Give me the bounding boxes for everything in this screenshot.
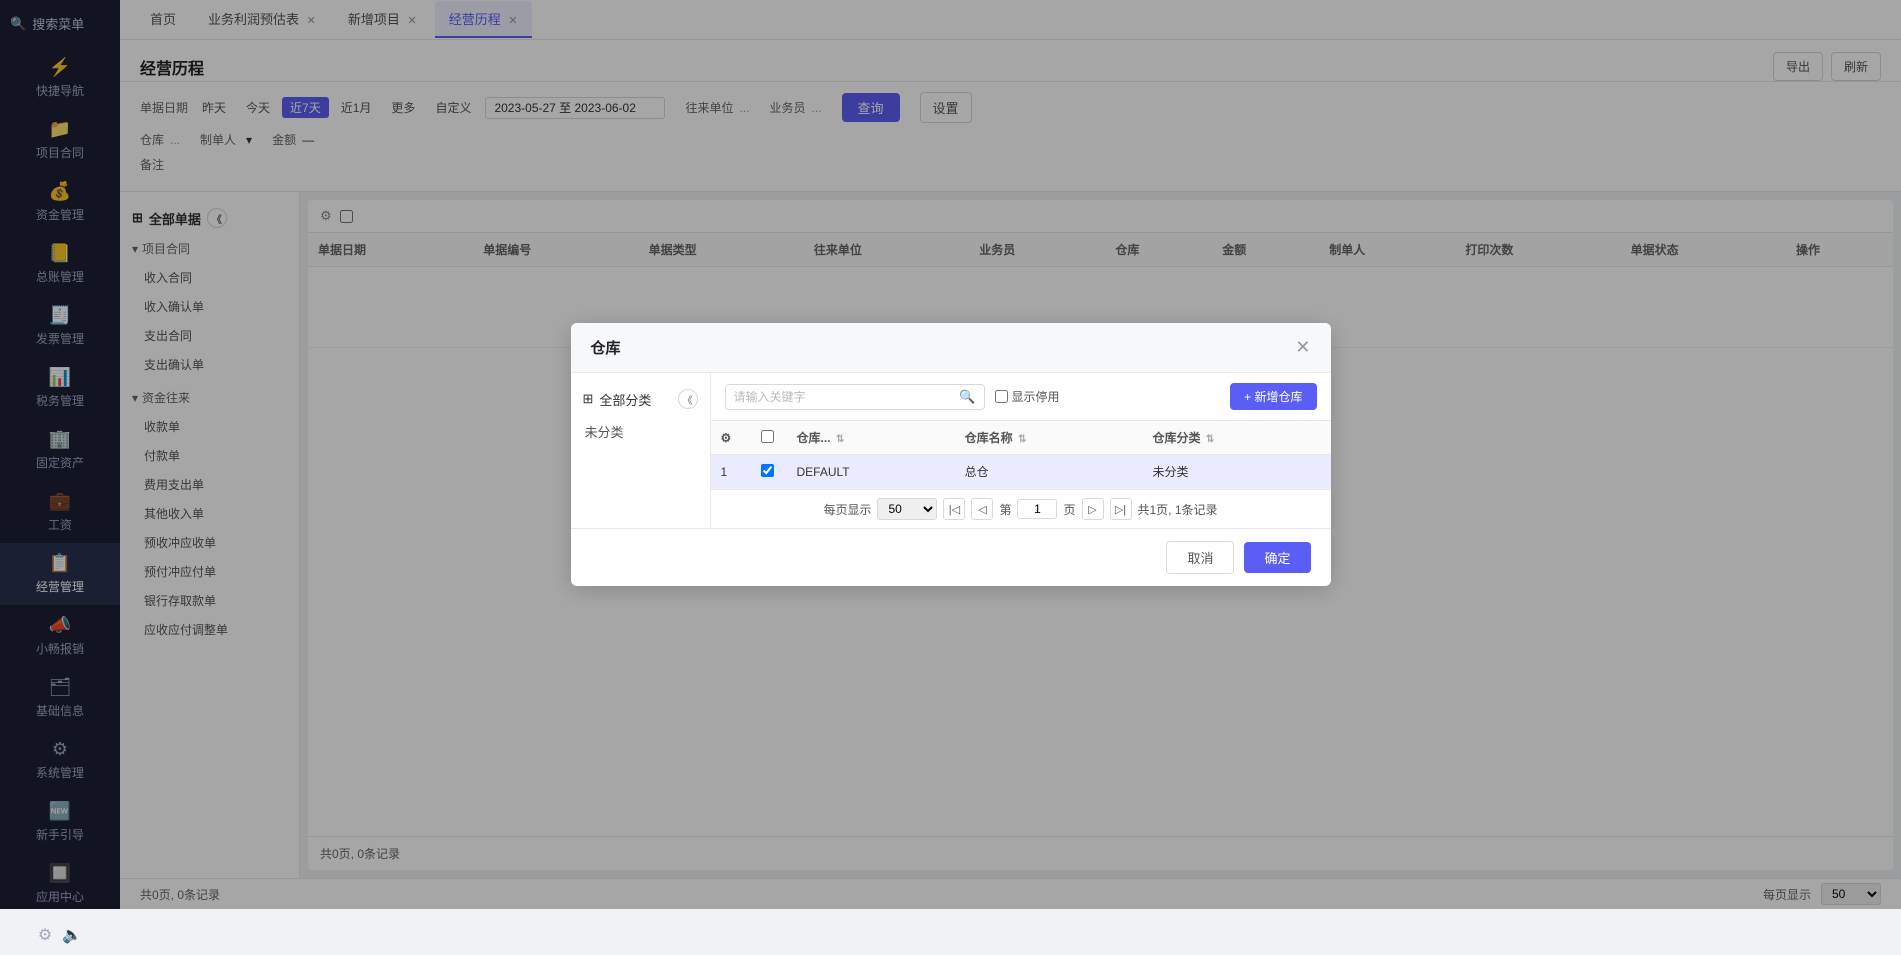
modal-header: 仓库 ✕ [571,323,1331,373]
modal-close-button[interactable]: ✕ [1295,337,1310,358]
modal-per-page-select[interactable]: 50 [877,498,937,520]
page-unit: 页 [1063,501,1075,518]
show-disabled-checkbox-group: 显示停用 [995,388,1060,405]
sort-icon-category: ⇅ [1206,434,1214,445]
modal-footer: 取消 确定 [571,528,1331,586]
modal-left-collapse-btn[interactable]: 《 [678,389,698,409]
next-page-btn[interactable]: ▷ [1082,498,1104,520]
page-label: 第 [999,501,1011,518]
modal-all-category-label: 全部分类 [599,390,651,409]
modal-col-num: ⚙ [711,421,751,455]
modal-pagination: 每页显示 50 |◁ ◁ 第 页 ▷ ▷| 共1页, 1条记录 [711,489,1331,528]
modal-col-category: 仓库分类 ⇅ [1143,421,1331,455]
prev-page-btn[interactable]: ◁ [971,498,993,520]
sidebar-bottom: ⚙ 🔈 [0,915,120,955]
modal-select-all[interactable] [761,430,774,443]
modal-table-header: ⚙ 仓库... ⇅ 仓库名称 [711,421,1331,455]
modal-right-panel: 🔍 显示停用 + 新增仓库 [711,373,1331,528]
modal-settings-icon[interactable]: ⚙ [721,431,732,445]
modal-col-checkbox [751,421,787,455]
settings-icon[interactable]: ⚙ [38,925,52,945]
modal-search-icon[interactable]: 🔍 [959,389,975,405]
cancel-button[interactable]: 取消 [1166,541,1234,574]
grid-icon-modal: ⊞ [583,391,594,407]
modal-table-wrap: ⚙ 仓库... ⇅ 仓库名称 [711,421,1331,489]
plus-icon: + [1244,390,1251,404]
add-warehouse-button[interactable]: + 新增仓库 [1230,383,1316,410]
modal-per-page-label: 每页显示 [823,501,871,518]
last-page-btn[interactable]: ▷| [1110,498,1132,520]
row-name: 总仓 [955,455,1143,489]
page-number-input[interactable] [1017,499,1057,519]
row-category: 未分类 [1143,455,1331,489]
sort-icon-code: ⇅ [836,434,844,445]
modal-toolbar: 🔍 显示停用 + 新增仓库 [711,373,1331,421]
modal-col-code: 仓库... ⇅ [787,421,955,455]
warehouse-modal: 仓库 ✕ ⊞ 全部分类 《 未分类 [571,323,1331,586]
table-row[interactable]: 1 DEFAULT 总仓 未分类 [711,455,1331,489]
modal-left-uncategorized[interactable]: 未分类 [571,415,710,448]
first-page-btn[interactable]: |◁ [943,498,965,520]
speaker-icon[interactable]: 🔈 [62,925,82,945]
sort-icon-name: ⇅ [1018,434,1026,445]
modal-overlay: 仓库 ✕ ⊞ 全部分类 《 未分类 [0,0,1901,909]
modal-total: 共1页, 1条记录 [1138,501,1218,518]
modal-search-box: 🔍 [725,384,985,410]
row-select-checkbox[interactable] [761,464,774,477]
modal-table: ⚙ 仓库... ⇅ 仓库名称 [711,421,1331,489]
modal-title: 仓库 [591,337,621,358]
modal-search-input[interactable] [734,390,954,404]
confirm-button[interactable]: 确定 [1244,542,1310,573]
modal-left-panel: ⊞ 全部分类 《 未分类 [571,373,711,528]
modal-body: ⊞ 全部分类 《 未分类 🔍 显示停用 [571,373,1331,528]
row-checkbox [751,455,787,489]
show-disabled-checkbox[interactable] [995,390,1008,403]
modal-left-header: ⊞ 全部分类 《 [571,383,710,415]
row-code: DEFAULT [787,455,955,489]
row-num: 1 [711,455,751,489]
modal-col-name: 仓库名称 ⇅ [955,421,1143,455]
show-disabled-label: 显示停用 [1012,388,1060,405]
